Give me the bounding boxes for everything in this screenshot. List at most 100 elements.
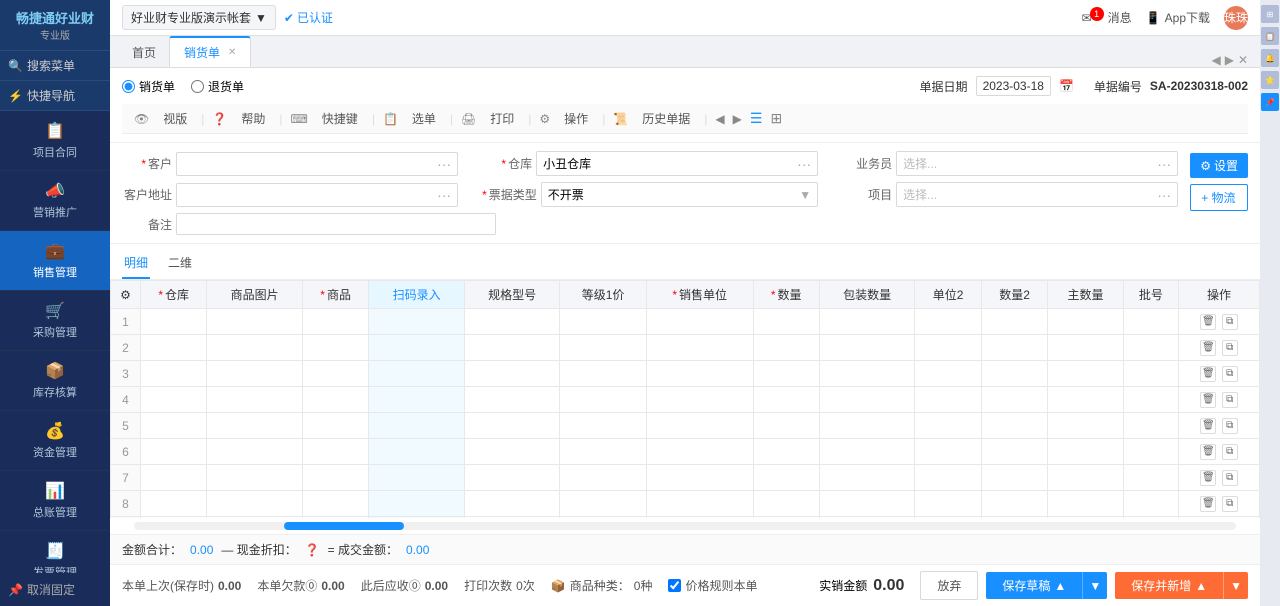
cell-qty2[interactable] [981,335,1047,361]
cell-product-img[interactable] [207,309,302,335]
cell-pack-qty[interactable] [819,439,914,465]
toolbar-prev-icon[interactable]: ◀ [715,112,724,126]
toolbar-next-icon[interactable]: ▶ [733,112,742,126]
cell-quantity[interactable] [753,361,819,387]
cell-quantity[interactable] [753,465,819,491]
tab-close-icon[interactable]: ✕ [228,47,236,58]
sidebar-item-project[interactable]: 📋 项目合同 [0,111,110,171]
cell-warehouse[interactable] [141,361,207,387]
salesperson-input[interactable]: 选择... ··· [896,151,1178,176]
cell-batch[interactable] [1123,413,1178,439]
sidebar-item-sales[interactable]: 💼 销售管理 [0,231,110,291]
cell-quantity[interactable] [753,309,819,335]
cell-batch[interactable] [1123,335,1178,361]
cell-product[interactable] [302,309,368,335]
horizontal-scrollbar[interactable] [110,518,1260,534]
cell-unit2[interactable] [915,387,981,413]
cell-unit[interactable] [646,387,753,413]
cell-price1[interactable] [560,439,647,465]
cell-warehouse[interactable] [141,439,207,465]
cell-batch[interactable] [1123,465,1178,491]
cell-pack-qty[interactable] [819,387,914,413]
sidebar-item-invoice[interactable]: 🧾 发票管理 [0,531,110,573]
print-btn[interactable]: 打印 [484,108,520,129]
cell-quick-input[interactable] [369,413,464,439]
cell-batch[interactable] [1123,361,1178,387]
cell-warehouse[interactable] [141,413,207,439]
add-logistics-button[interactable]: + 物流 [1190,184,1248,211]
cell-product[interactable] [302,387,368,413]
address-input[interactable]: ··· [176,183,458,207]
calendar-icon[interactable]: 📅 [1059,79,1074,93]
cell-quantity[interactable] [753,335,819,361]
warehouse-input[interactable]: 小丑仓库 ··· [536,151,818,176]
cell-price1[interactable] [560,387,647,413]
cell-product[interactable] [302,491,368,517]
remark-input[interactable] [176,213,496,235]
cell-quick-input[interactable] [369,387,464,413]
cell-spec[interactable] [464,335,559,361]
cell-quantity[interactable] [753,491,819,517]
cell-quick-input[interactable] [369,465,464,491]
cell-main-qty[interactable] [1048,465,1123,491]
cell-product[interactable] [302,465,368,491]
cell-batch[interactable] [1123,491,1178,517]
sidebar-item-purchase[interactable]: 🛒 采购管理 [0,291,110,351]
cell-unit[interactable] [646,335,753,361]
cell-quick-input[interactable] [369,335,464,361]
cell-warehouse[interactable] [141,387,207,413]
cell-batch[interactable] [1123,309,1178,335]
cell-warehouse[interactable] [141,309,207,335]
cell-quick-input[interactable] [369,309,464,335]
cell-unit2[interactable] [915,439,981,465]
cell-unit[interactable] [646,309,753,335]
tab-sales-order[interactable]: 销货单 ✕ [169,36,251,67]
cell-pack-qty[interactable] [819,309,914,335]
sidebar-unpin[interactable]: 📌 取消固定 [0,573,110,606]
cell-product-img[interactable] [207,439,302,465]
cell-product-img[interactable] [207,491,302,517]
cell-product-img[interactable] [207,465,302,491]
invoice-arrow[interactable]: ▼ [799,188,811,202]
cell-unit[interactable] [646,361,753,387]
tab-home[interactable]: 首页 [122,38,166,67]
cell-product[interactable] [302,413,368,439]
cell-qty2[interactable] [981,309,1047,335]
user-avatar-btn[interactable]: 珠珠 [1224,6,1248,30]
cell-product[interactable] [302,335,368,361]
save-draft-arrow-button[interactable]: ▼ [1082,572,1107,599]
cell-quick-input[interactable] [369,439,464,465]
toolbar-grid-icon[interactable]: ⊞ [770,110,782,127]
cell-unit[interactable] [646,491,753,517]
cell-pack-qty[interactable] [819,491,914,517]
cell-spec[interactable] [464,491,559,517]
salesperson-dots[interactable]: ··· [1157,156,1171,172]
cell-price1[interactable] [560,491,647,517]
company-selector[interactable]: 好业财专业版演示帐套 ▼ [122,5,276,30]
sidebar-item-search[interactable]: 🔍 搜索菜单 [0,51,110,81]
tab-close-all-icon[interactable]: ✕ [1238,53,1248,67]
cell-spec[interactable] [464,465,559,491]
sidebar-item-marketing[interactable]: 📣 营销推广 [0,171,110,231]
cell-main-qty[interactable] [1048,413,1123,439]
cell-unit2[interactable] [915,491,981,517]
cell-product-img[interactable] [207,361,302,387]
right-panel-icon-5[interactable]: 📌 [1261,93,1279,111]
cell-batch[interactable] [1123,387,1178,413]
save-draft-button[interactable]: 保存草稿 ▲ [986,572,1082,599]
help-btn[interactable]: 帮助 [235,108,271,129]
sidebar-item-inventory[interactable]: 📦 库存核算 [0,351,110,411]
cell-unit2[interactable] [915,309,981,335]
cell-product-img[interactable] [207,413,302,439]
cell-spec[interactable] [464,439,559,465]
invoice-select[interactable]: 不开票 ▼ [541,182,818,207]
tab-detail[interactable]: 明细 [122,250,150,279]
cell-unit2[interactable] [915,335,981,361]
scrollbar-thumb[interactable] [284,522,404,530]
cell-main-qty[interactable] [1048,335,1123,361]
toolbar-list-icon[interactable]: ☰ [750,110,763,127]
cell-pack-qty[interactable] [819,413,914,439]
cell-unit[interactable] [646,439,753,465]
cell-price1[interactable] [560,413,647,439]
cell-qty2[interactable] [981,439,1047,465]
